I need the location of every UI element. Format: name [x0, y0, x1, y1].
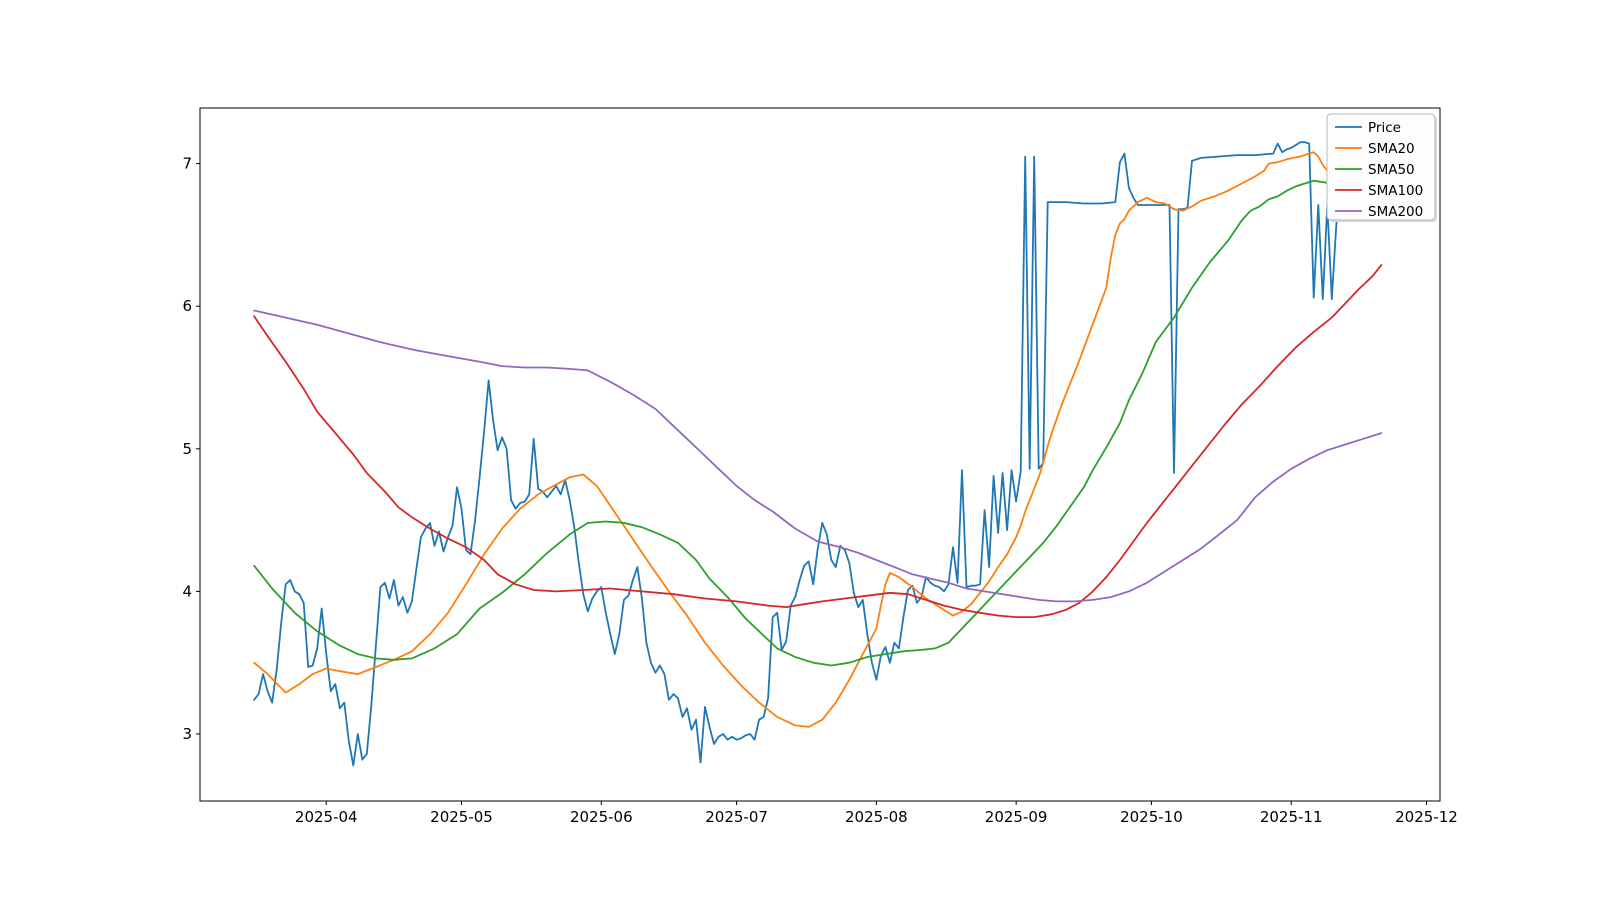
- chart-figure: 2025-04 2025-05 2025-06 2025-07 2025-08 2025-…: [0, 0, 1600, 900]
- x-tick-label: 2025-11: [1260, 808, 1323, 826]
- plot-area: [199, 107, 1441, 802]
- x-tick-label: 2025-08: [845, 808, 908, 826]
- x-tick-label: 2025-05: [430, 808, 493, 826]
- x-tick-label: 2025-04: [295, 808, 358, 826]
- y-tick-label: 5: [182, 440, 192, 458]
- legend-label-sma200: SMA200: [1368, 204, 1423, 220]
- x-tick-label: 2025-06: [570, 808, 633, 826]
- x-tick-label: 2025-09: [985, 808, 1048, 826]
- x-tick-label: 2025-12: [1395, 808, 1458, 826]
- y-tick-label: 4: [182, 582, 192, 600]
- y-tick-label: 3: [182, 725, 192, 743]
- x-tick-label: 2025-07: [705, 808, 768, 826]
- price-sma-line-chart: 2025-04 2025-05 2025-06 2025-07 2025-08 2025-…: [182, 107, 1458, 826]
- y-tick-label: 6: [182, 297, 192, 315]
- y-tick-label: 7: [182, 155, 192, 173]
- legend-label-sma20: SMA20: [1368, 141, 1415, 157]
- legend-label-sma100: SMA100: [1368, 183, 1423, 199]
- x-tick-label: 2025-10: [1120, 808, 1183, 826]
- legend-label-price: Price: [1368, 120, 1401, 136]
- legend-label-sma50: SMA50: [1368, 162, 1415, 178]
